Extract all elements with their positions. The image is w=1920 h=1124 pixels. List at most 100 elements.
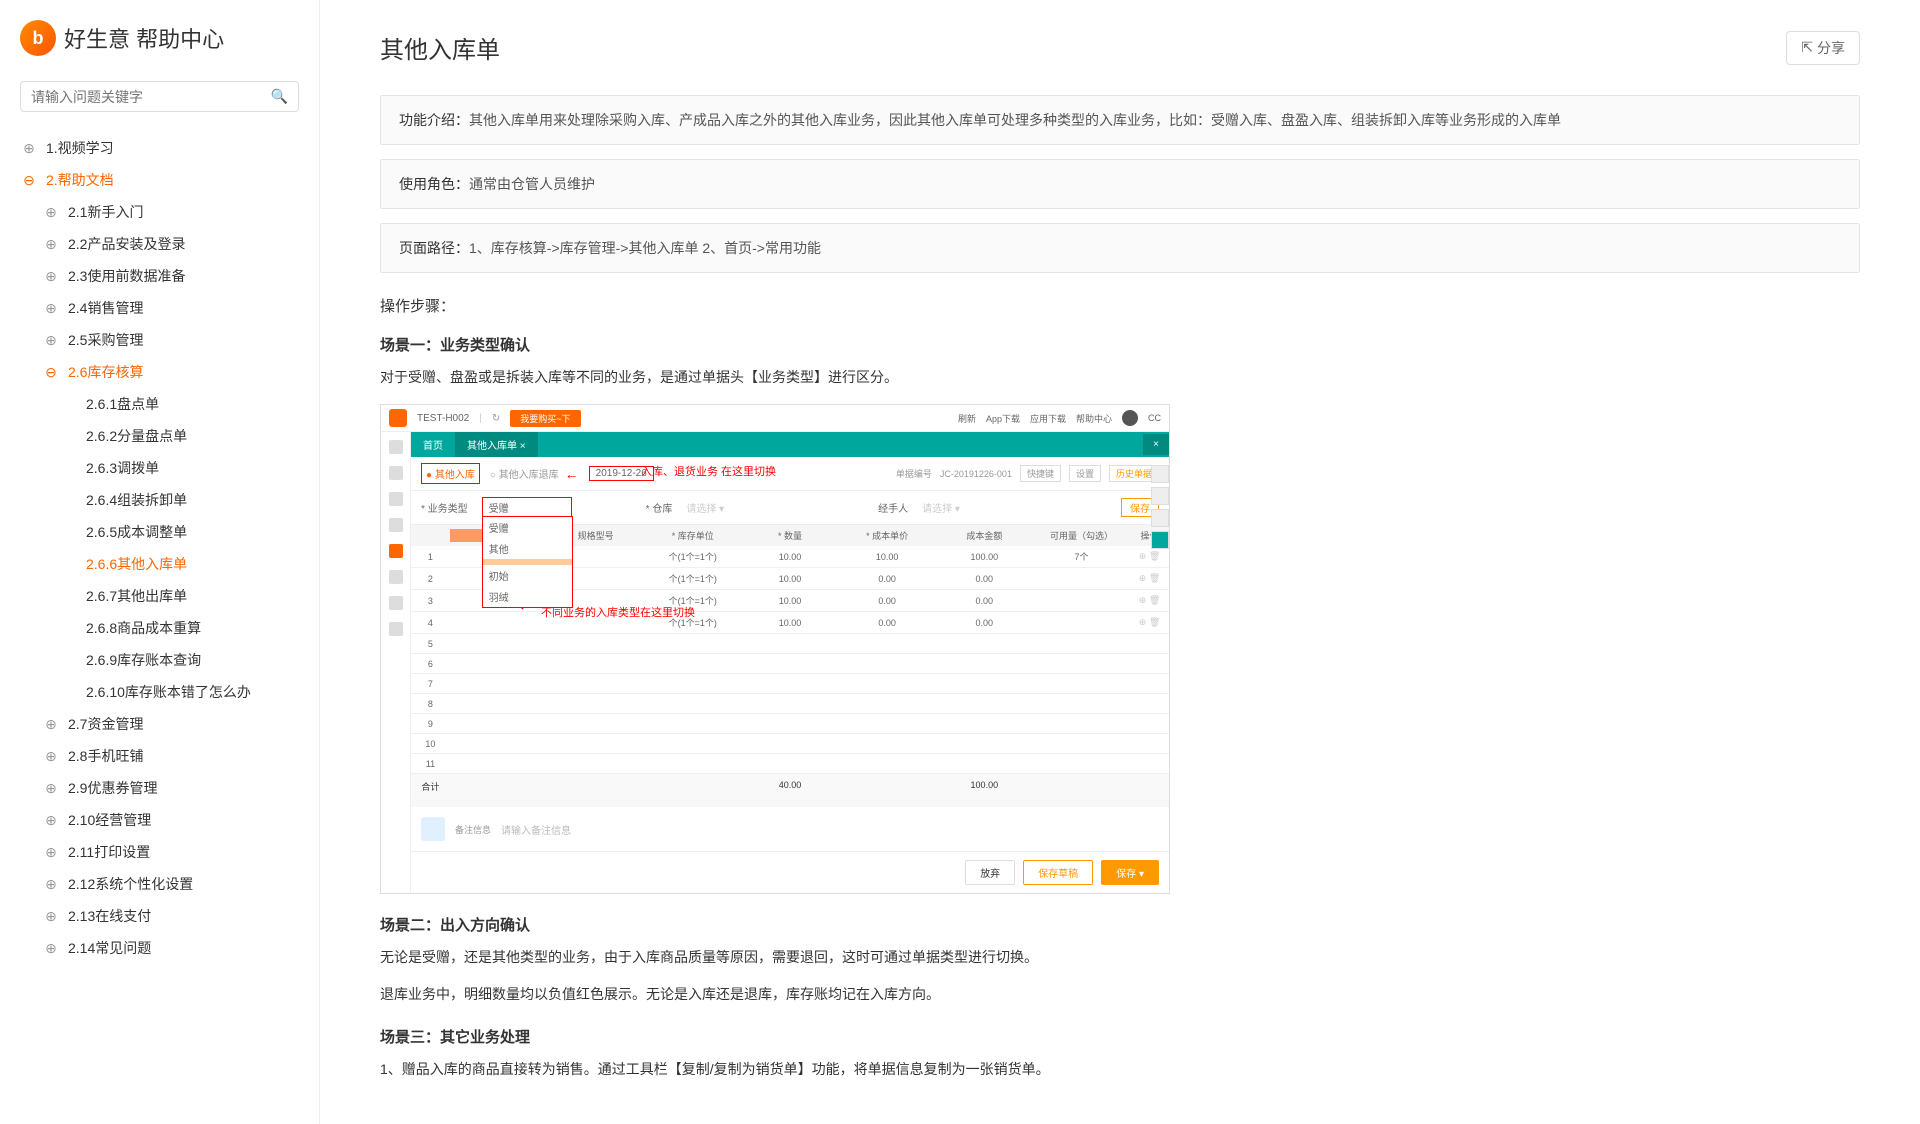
- close-icon: ×: [1143, 434, 1169, 455]
- logo-row: b 好生意 帮助中心: [20, 20, 299, 56]
- arrow-icon: ←: [565, 466, 579, 482]
- sidenav-icon: [389, 622, 403, 636]
- nav-2-2[interactable]: 2.2产品安装及登录: [42, 228, 299, 260]
- table-row: 7: [411, 674, 1169, 694]
- plus-icon: [42, 875, 60, 893]
- table-row: 8: [411, 694, 1169, 714]
- search-box[interactable]: 🔍: [20, 81, 299, 112]
- table-row: 9: [411, 714, 1169, 734]
- search-icon[interactable]: 🔍: [271, 88, 288, 105]
- nav-2-13[interactable]: 2.13在线支付: [42, 900, 299, 932]
- page-title: 其他入库单: [380, 30, 500, 65]
- sidenav-icon: [389, 440, 403, 454]
- plus-icon: [42, 907, 60, 925]
- nav-2-6-9[interactable]: 2.6.9库存账本查询: [86, 644, 299, 676]
- info-label: 页面路径：: [399, 240, 469, 256]
- nav-2-4[interactable]: 2.4销售管理: [42, 292, 299, 324]
- emb-topbar: TEST-H002 | ↻ 我要购买~下 刷新 App下载 应用下载 帮助中心 …: [381, 405, 1169, 432]
- radio-inbound: ● 其他入库: [421, 463, 480, 484]
- nav-2-6-2[interactable]: 2.6.2分量盘点单: [86, 420, 299, 452]
- nav-2-7[interactable]: 2.7资金管理: [42, 708, 299, 740]
- scene2-text2: 退库业务中，明细数量均以负值红色展示。无论是入库还是退库，库存账均记在入库方向。: [380, 982, 1860, 1007]
- tool-icon: [1151, 531, 1169, 549]
- info-intro: 功能介绍：其他入库单用来处理除采购入库、产成品入库之外的其他入库业务，因此其他入…: [380, 95, 1860, 145]
- info-role: 使用角色：通常由仓管人员维护: [380, 159, 1860, 209]
- tab-current: 其他入库单 ×: [455, 432, 538, 457]
- note-icon: [421, 817, 445, 841]
- cancel-button: 放弃: [965, 860, 1015, 885]
- nav-2-6-4[interactable]: 2.6.4组装拆卸单: [86, 484, 299, 516]
- share-button[interactable]: ⇱分享: [1786, 31, 1860, 65]
- nav-2-6-1[interactable]: 2.6.1盘点单: [86, 388, 299, 420]
- main-content: 其他入库单 ⇱分享 功能介绍：其他入库单用来处理除采购入库、产成品入库之外的其他…: [320, 0, 1920, 1124]
- tool-icon: [1151, 465, 1169, 483]
- draft-button: 保存草稿: [1023, 860, 1093, 885]
- plus-icon: [42, 747, 60, 765]
- site-title: 好生意 帮助中心: [64, 22, 224, 54]
- plus-icon: [42, 939, 60, 957]
- tab-home: 首页: [411, 432, 455, 457]
- nav-2-6-6[interactable]: 2.6.6其他入库单: [86, 548, 299, 580]
- minus-icon: [20, 171, 38, 189]
- plus-icon: [20, 139, 38, 157]
- nav-2-8[interactable]: 2.8手机旺铺: [42, 740, 299, 772]
- nav-video[interactable]: 1.视频学习: [20, 132, 299, 164]
- emb-logo-icon: [389, 409, 407, 427]
- emb-right-toolbar: [1151, 465, 1169, 549]
- nav-2-12[interactable]: 2.12系统个性化设置: [42, 868, 299, 900]
- refresh-icon: ↻: [492, 413, 500, 424]
- nav-2-6[interactable]: 2.6库存核算: [42, 356, 299, 388]
- table-row: 6: [411, 654, 1169, 674]
- scene1-title: 场景一：业务类型确认: [380, 334, 1860, 355]
- sidenav-icon: [389, 518, 403, 532]
- scene3-text: 1、赠品入库的商品直接转为销售。通过工具栏【复制/复制为销货单】功能，将单据信息…: [380, 1057, 1860, 1082]
- nav-2-9[interactable]: 2.9优惠券管理: [42, 772, 299, 804]
- nav-2-6-8[interactable]: 2.6.8商品成本重算: [86, 612, 299, 644]
- dropdown-list: 受赠 其他 初始 羽绒: [482, 516, 573, 608]
- plus-icon: [42, 203, 60, 221]
- page-header: 其他入库单 ⇱分享: [380, 30, 1860, 65]
- sidebar: b 好生意 帮助中心 🔍 1.视频学习 2.帮助文档 2.1新手入门 2.2产品…: [0, 0, 320, 1124]
- search-input[interactable]: [31, 89, 271, 105]
- tool-icon: [1151, 509, 1169, 527]
- plus-icon: [42, 779, 60, 797]
- nav-2-5[interactable]: 2.5采购管理: [42, 324, 299, 356]
- steps-title: 操作步骤：: [380, 295, 1860, 316]
- note-row: 备注信息 请输入备注信息: [411, 807, 1169, 851]
- info-label: 使用角色：: [399, 176, 469, 192]
- plus-icon: [42, 811, 60, 829]
- table-row: 10: [411, 734, 1169, 754]
- share-icon: ⇱: [1801, 39, 1813, 56]
- nav-2-6-5[interactable]: 2.6.5成本调整单: [86, 516, 299, 548]
- sidenav-icon: [389, 492, 403, 506]
- buy-button: 我要购买~下: [510, 410, 580, 427]
- nav-2-10[interactable]: 2.10经营管理: [42, 804, 299, 836]
- nav-2-3[interactable]: 2.3使用前数据准备: [42, 260, 299, 292]
- emb-tabs: 首页 其他入库单 × ×: [411, 432, 1169, 457]
- nav-docs[interactable]: 2.帮助文档: [20, 164, 299, 196]
- plus-icon: [42, 267, 60, 285]
- nav-2-6-3[interactable]: 2.6.3调拨单: [86, 452, 299, 484]
- biz-type-dropdown: 受赠 受赠 其他 初始 羽绒: [482, 497, 572, 518]
- sidenav-icon: [389, 596, 403, 610]
- scene2-title: 场景二：出入方向确认: [380, 914, 1860, 935]
- plus-icon: [42, 299, 60, 317]
- emb-filters: * 业务类型 受赠 受赠 其他 初始 羽绒 * 仓库: [411, 491, 1169, 525]
- table-row: 4个(1个=1个)10.000.000.00⊕ 🗑: [411, 612, 1169, 634]
- info-label: 功能介绍：: [399, 112, 469, 128]
- emb-toolbar: ● 其他入库 ○ 其他入库退库 ← 2019-12-26 入库、退货业务 在这里…: [411, 457, 1169, 491]
- nav-2-1[interactable]: 2.1新手入门: [42, 196, 299, 228]
- annotation-text: 入库、退货业务 在这里切换: [641, 463, 776, 479]
- plus-icon: [42, 331, 60, 349]
- emb-footer: 放弃 保存草稿 保存 ▾: [411, 851, 1169, 893]
- nav-2-6-10[interactable]: 2.6.10库存账本错了怎么办: [86, 676, 299, 708]
- nav-2-6-7[interactable]: 2.6.7其他出库单: [86, 580, 299, 612]
- radio-return: ○ 其他入库退库: [490, 466, 559, 481]
- plus-icon: [42, 715, 60, 733]
- sidenav-icon-active: [389, 544, 403, 558]
- nav-2-14[interactable]: 2.14常见问题: [42, 932, 299, 964]
- avatar-icon: [1122, 410, 1138, 426]
- nav-list: 1.视频学习 2.帮助文档 2.1新手入门 2.2产品安装及登录 2.3使用前数…: [20, 132, 299, 964]
- embedded-screenshot: TEST-H002 | ↻ 我要购买~下 刷新 App下载 应用下载 帮助中心 …: [380, 404, 1170, 894]
- nav-2-11[interactable]: 2.11打印设置: [42, 836, 299, 868]
